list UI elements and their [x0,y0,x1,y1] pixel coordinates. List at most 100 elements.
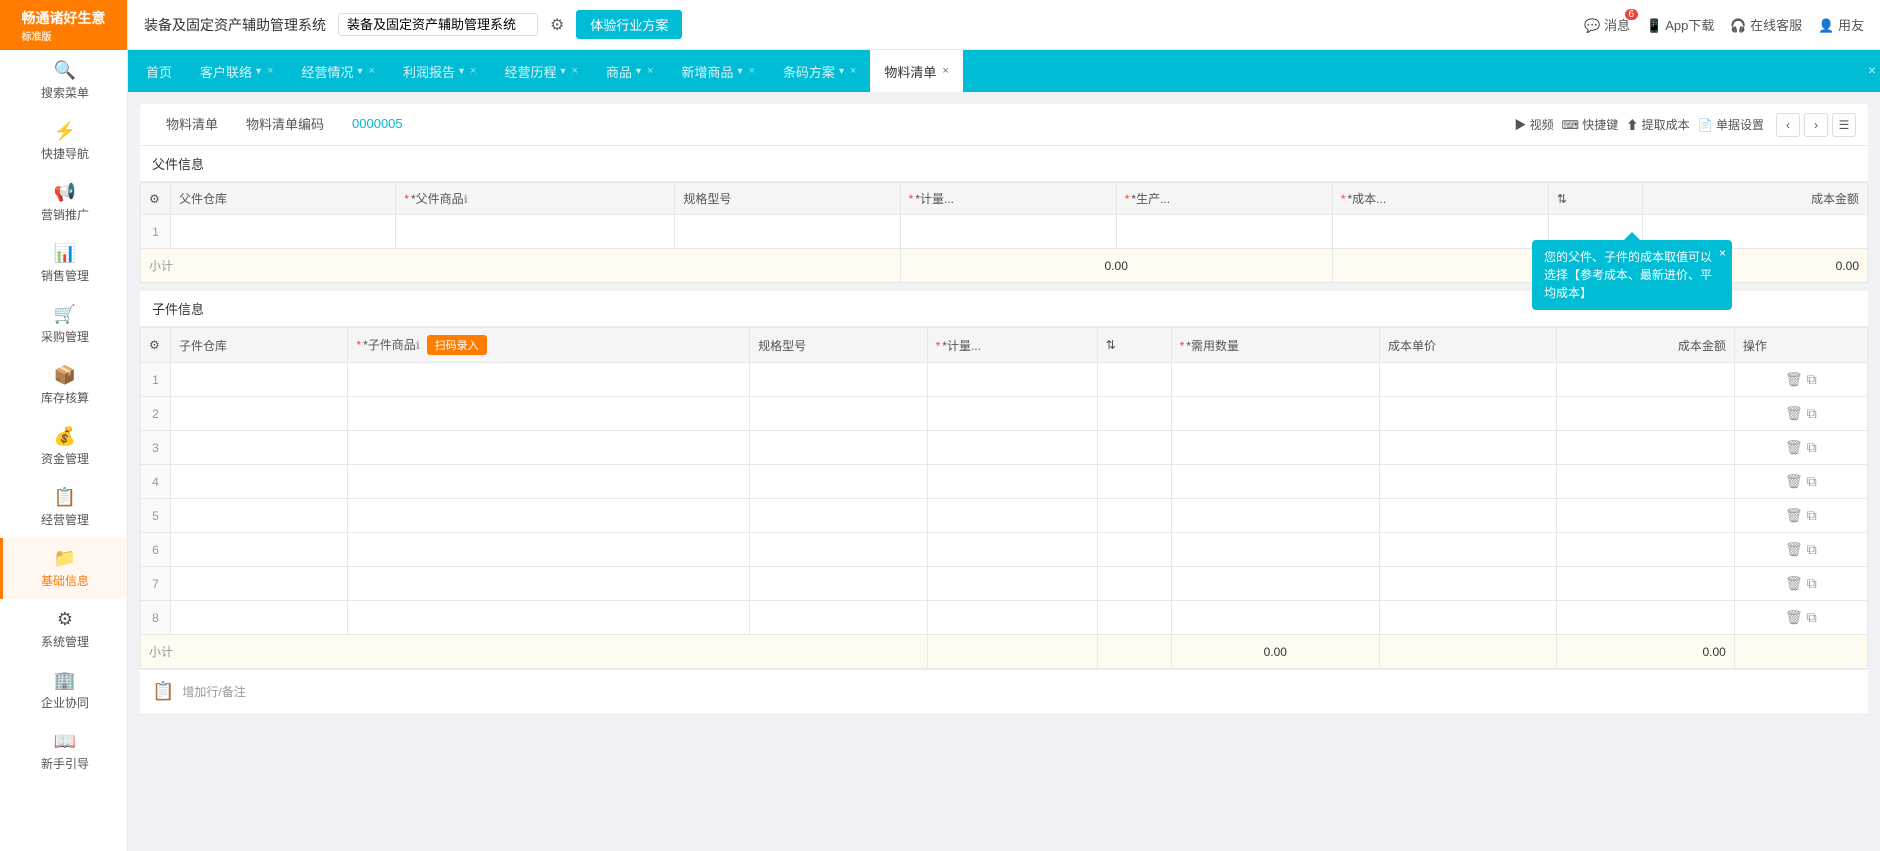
child-qty-cell[interactable] [1171,465,1379,499]
content-tab-bom-list[interactable]: 物料清单 [152,104,232,145]
child-warehouse-cell[interactable] [171,601,348,635]
child-goods-cell[interactable] [348,465,750,499]
delete-icon[interactable]: 🗑 [1785,609,1803,626]
next-btn[interactable]: › [1804,113,1828,137]
child-goods-cell[interactable] [348,567,750,601]
tab-new-goods[interactable]: 新增商品 ▾ × [667,50,768,92]
tab-goods[interactable]: 商品 ▾ × [592,50,667,92]
user-menu[interactable]: 👤 用友 [1818,15,1864,34]
copy-icon[interactable]: ⧉ [1807,507,1817,524]
prev-btn[interactable]: ‹ [1776,113,1800,137]
delete-icon[interactable]: 🗑 [1785,439,1803,456]
sidebar-item-inventory[interactable]: 📦 库存核算 [0,355,127,416]
close-icon[interactable]: × [647,65,653,77]
delete-icon[interactable]: 🗑 [1785,541,1803,558]
child-goods-cell[interactable] [348,499,750,533]
content-tab-bom-code[interactable]: 物料清单编码 [232,104,338,145]
tab-operations[interactable]: 经营情况 ▾ × [288,50,389,92]
settings-icon[interactable]: ⚙ [550,15,564,35]
scan-btn[interactable]: 扫码录入 [427,335,487,355]
parent-cost-cell[interactable] [1332,215,1548,249]
copy-icon[interactable]: ⧉ [1807,371,1817,388]
close-icon[interactable]: × [572,65,578,77]
parent-goods-cell[interactable] [396,215,675,249]
child-unit-cell[interactable] [927,465,1097,499]
child-spec-cell[interactable] [750,465,927,499]
tab-bom[interactable]: 物料清单 × [870,50,962,92]
child-cost-price-cell[interactable] [1379,465,1556,499]
sidebar-item-operations[interactable]: 📋 经营管理 [0,477,127,538]
sidebar-item-finance[interactable]: 💰 资金管理 [0,416,127,477]
child-qty-cell[interactable] [1171,533,1379,567]
sidebar-item-sales[interactable]: 📊 销售管理 [0,233,127,294]
add-row-icon[interactable]: 📋 [152,681,174,702]
child-qty-cell[interactable] [1171,567,1379,601]
th-settings[interactable]: ⚙ [141,183,171,215]
delete-icon[interactable]: 🗑 [1785,575,1803,592]
th-child-settings[interactable]: ⚙ [141,328,171,363]
child-qty-cell[interactable] [1171,431,1379,465]
sidebar-item-guide[interactable]: 📖 新手引导 [0,721,127,782]
sidebar-item-basic[interactable]: 📁 基础信息 [0,538,127,599]
list-view-btn[interactable]: ☰ [1832,113,1856,137]
child-goods-cell[interactable] [348,431,750,465]
child-spec-cell[interactable] [750,499,927,533]
shortcut-btn[interactable]: ⌨ 快捷键 [1562,116,1619,133]
child-goods-cell[interactable] [348,397,750,431]
child-warehouse-cell[interactable] [171,533,348,567]
delete-icon[interactable]: 🗑 [1785,371,1803,388]
parent-warehouse-cell[interactable] [171,215,396,249]
sidebar-item-enterprise[interactable]: 🏢 企业协同 [0,660,127,721]
child-unit-cell[interactable] [927,601,1097,635]
cost-btn[interactable]: ⬆ 提取成本 [1626,116,1689,133]
child-unit-cell[interactable] [927,363,1097,397]
child-cost-price-cell[interactable] [1379,499,1556,533]
video-btn[interactable]: ▶ 视频 [1514,116,1553,133]
close-icon[interactable]: × [369,65,375,77]
delete-icon[interactable]: 🗑 [1785,405,1803,422]
child-cost-price-cell[interactable] [1379,601,1556,635]
parent-unit-cell[interactable] [900,215,1116,249]
close-icon[interactable]: × [470,65,476,77]
system-selector[interactable]: 装备及固定资产辅助管理系统 [338,13,538,36]
child-spec-cell[interactable] [750,397,927,431]
child-cost-price-cell[interactable] [1379,533,1556,567]
settings-btn[interactable]: 📄 单据设置 [1698,116,1764,133]
copy-icon[interactable]: ⧉ [1807,541,1817,558]
close-icon[interactable]: × [267,65,273,77]
child-spec-cell[interactable] [750,431,927,465]
copy-icon[interactable]: ⧉ [1807,439,1817,456]
delete-icon[interactable]: 🗑 [1785,507,1803,524]
child-cost-price-cell[interactable] [1379,397,1556,431]
child-cost-price-cell[interactable] [1379,431,1556,465]
tab-profit[interactable]: 利润报告 ▾ × [389,50,490,92]
child-spec-cell[interactable] [750,567,927,601]
copy-icon[interactable]: ⧉ [1807,473,1817,490]
child-qty-cell[interactable] [1171,601,1379,635]
child-spec-cell[interactable] [750,363,927,397]
child-goods-cell[interactable] [348,363,750,397]
app-download-btn[interactable]: 📱 App下载 [1646,15,1714,34]
child-warehouse-cell[interactable] [171,499,348,533]
child-goods-cell[interactable] [348,533,750,567]
child-goods-cell[interactable] [348,601,750,635]
child-cost-price-cell[interactable] [1379,363,1556,397]
child-qty-cell[interactable] [1171,363,1379,397]
tab-barcode[interactable]: 条码方案 ▾ × [769,50,870,92]
sidebar-item-search[interactable]: 🔍 搜索菜单 [0,50,127,111]
tab-customers[interactable]: 客户联络 ▾ × [186,50,287,92]
parent-spec-cell[interactable] [675,215,900,249]
child-qty-cell[interactable] [1171,397,1379,431]
sidebar-item-marketing[interactable]: 📢 营销推广 [0,172,127,233]
close-icon[interactable]: × [942,65,948,77]
child-spec-cell[interactable] [750,601,927,635]
child-unit-cell[interactable] [927,397,1097,431]
child-warehouse-cell[interactable] [171,431,348,465]
child-cost-price-cell[interactable] [1379,567,1556,601]
copy-icon[interactable]: ⧉ [1807,609,1817,626]
experience-btn[interactable]: 体验行业方案 [576,10,682,39]
child-warehouse-cell[interactable] [171,363,348,397]
child-qty-cell[interactable] [1171,499,1379,533]
copy-icon[interactable]: ⧉ [1807,405,1817,422]
close-icon[interactable]: × [748,65,754,77]
